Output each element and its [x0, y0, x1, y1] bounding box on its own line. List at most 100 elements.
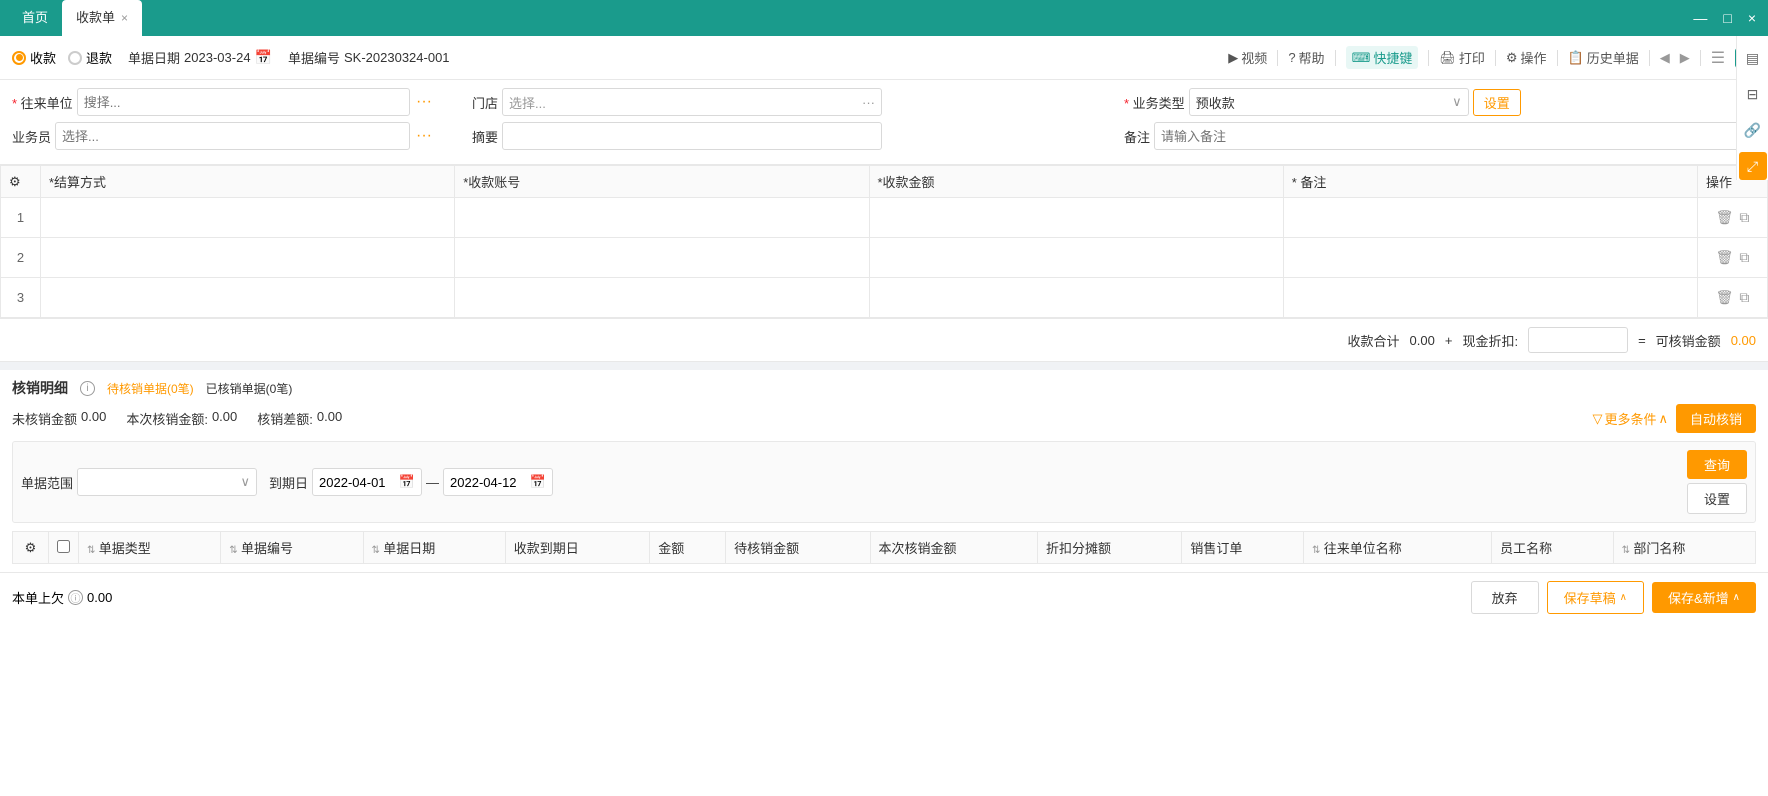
row-2-account-input[interactable] [455, 238, 868, 277]
calendar-icon[interactable]: 📅 [255, 49, 272, 66]
next-icon[interactable]: ▶ [1680, 50, 1690, 66]
summary-input[interactable] [502, 122, 882, 150]
minimize-btn[interactable]: — [1689, 10, 1711, 26]
panel-icon-2[interactable]: ⊟ [1739, 80, 1767, 108]
tab-home[interactable]: 首页 [8, 0, 62, 36]
business-type-select[interactable]: 预收款 ∨ [1189, 88, 1469, 116]
select-all-checkbox[interactable] [57, 540, 70, 553]
refund-radio[interactable] [68, 51, 82, 65]
row-3-settlement[interactable] [41, 278, 455, 318]
panel-icon-4[interactable]: ⤢ [1739, 152, 1767, 180]
divider2 [1335, 50, 1336, 66]
set-button[interactable]: 设置 [1687, 483, 1747, 514]
row-2-amount-input[interactable] [870, 238, 1283, 277]
note-input[interactable] [1154, 122, 1756, 150]
row-2-note-input[interactable] [1284, 238, 1697, 277]
reconcile-info-icon[interactable]: i [80, 381, 95, 396]
row-3-copy-icon[interactable]: ⧉ [1739, 289, 1749, 306]
more-conditions-btn[interactable]: ▽ 更多条件 ∧ [1592, 409, 1668, 428]
row-3-note-input[interactable] [1284, 278, 1697, 317]
history-btn[interactable]: 📋 历史单据 [1568, 48, 1639, 67]
row-1-amount-input[interactable] [870, 198, 1283, 237]
row-1-delete-icon[interactable]: 🗑 [1716, 209, 1734, 226]
row-1-account-input[interactable] [455, 198, 868, 237]
pending-tab[interactable]: 待核销单据(0笔) [107, 380, 194, 397]
row-3-account-input[interactable] [455, 278, 868, 317]
receipt-radio[interactable] [12, 51, 26, 65]
divider5 [1557, 50, 1558, 66]
range-select[interactable]: ∨ [77, 468, 257, 496]
row-1-amount[interactable] [869, 198, 1283, 238]
row-2-settlement-input[interactable] [41, 238, 454, 277]
row-2-account[interactable] [455, 238, 869, 278]
panel-icon-3[interactable]: 🔗 [1739, 116, 1767, 144]
col-gear-header[interactable]: ⚙ [1, 166, 41, 198]
query-button[interactable]: 查询 [1687, 450, 1747, 479]
limit-info-icon[interactable]: ⓘ [68, 590, 83, 605]
done-tab[interactable]: 已核销单据(0笔) [206, 380, 293, 397]
close-btn[interactable]: × [1744, 10, 1760, 26]
receipt-option[interactable]: 收款 [12, 48, 56, 67]
refund-option[interactable]: 退款 [68, 48, 112, 67]
counterparty-more-icon[interactable]: ··· [416, 93, 432, 111]
row-2-delete-icon[interactable]: 🗑 [1716, 249, 1734, 266]
auto-reconcile-button[interactable]: 自动核销 [1676, 404, 1756, 433]
calendar-from-icon[interactable]: 📅 [399, 474, 415, 490]
row-3-note[interactable] [1283, 278, 1697, 318]
bt-gear-icon[interactable]: ⚙ [25, 540, 37, 555]
row-1-note-input[interactable] [1284, 198, 1697, 237]
row-3-account[interactable] [455, 278, 869, 318]
row-1-copy-icon[interactable]: ⧉ [1739, 209, 1749, 226]
row-3-delete-icon[interactable]: 🗑 [1716, 289, 1734, 306]
divider3 [1428, 50, 1429, 66]
filter-buttons: 查询 设置 [1687, 450, 1747, 514]
bt-col-staff: 员工名称 [1492, 532, 1614, 564]
staff-more-icon[interactable]: ··· [416, 127, 432, 145]
shortcut-btn[interactable]: ⌨ 快捷键 [1346, 46, 1419, 69]
draft-button[interactable]: 保存草稿 ∧ [1547, 581, 1644, 614]
row-1-note[interactable] [1283, 198, 1697, 238]
discount-input[interactable] [1528, 327, 1628, 353]
table-row: 3 🗑 ⧉ [1, 278, 1768, 318]
row-2-copy-icon[interactable]: ⧉ [1739, 249, 1749, 266]
bt-col-checkbox[interactable] [49, 532, 79, 564]
bt-col-due-date: 收款到期日 [505, 532, 649, 564]
maximize-btn[interactable]: □ [1719, 10, 1735, 26]
tab-close[interactable]: × [121, 0, 128, 36]
date-to-picker[interactable]: 2022-04-12 📅 [443, 468, 553, 496]
panel-icon-1[interactable]: ▤ [1739, 44, 1767, 72]
row-2-settlement[interactable] [41, 238, 455, 278]
bt-col-dept: ⇅ 部门名称 [1613, 532, 1755, 564]
row-3-amount-input[interactable] [870, 278, 1283, 317]
staff-input[interactable] [55, 122, 410, 150]
date-from-picker[interactable]: 2022-04-01 📅 [312, 468, 422, 496]
row-1-settlement[interactable] [41, 198, 455, 238]
prev-icon[interactable]: ◀ [1660, 50, 1670, 66]
tab-active[interactable]: 收款单 × [62, 0, 142, 36]
operation-btn[interactable]: ⚙ 操作 [1506, 48, 1547, 67]
history-label: 历史单据 [1587, 48, 1639, 67]
save-button[interactable]: 保存&新增 ∧ [1652, 582, 1756, 613]
shop-select[interactable]: 选择... ··· [502, 88, 882, 116]
row-3-amount[interactable] [869, 278, 1283, 318]
counterparty-input[interactable] [77, 88, 410, 116]
help-btn[interactable]: ? 帮助 [1288, 48, 1324, 67]
calendar-to-icon[interactable]: 📅 [530, 474, 546, 490]
print-btn[interactable]: 🖨 打印 [1439, 48, 1485, 67]
list-view-icon[interactable]: ☰ [1711, 48, 1725, 68]
row-1-settlement-input[interactable] [41, 198, 454, 237]
tab-bar: 首页 收款单 × — □ × [0, 0, 1768, 36]
gear-icon[interactable]: ⚙ [9, 174, 21, 189]
abandon-button[interactable]: 放弃 [1471, 581, 1539, 614]
summary-field: 摘要 [472, 122, 1104, 150]
bt-col-gear[interactable]: ⚙ [13, 532, 49, 564]
row-2-note[interactable] [1283, 238, 1697, 278]
row-3-settlement-input[interactable] [41, 278, 454, 317]
settings-button[interactable]: 设置 [1473, 89, 1521, 116]
video-btn[interactable]: ▶ 视频 [1228, 48, 1267, 67]
shop-label: 门店 [472, 93, 498, 112]
main-content: 收款 退款 单据日期 2023-03-24 📅 单据编号 SK-20230324… [0, 36, 1768, 796]
staff-field: 业务员 ··· [12, 122, 432, 150]
row-1-account[interactable] [455, 198, 869, 238]
row-2-amount[interactable] [869, 238, 1283, 278]
